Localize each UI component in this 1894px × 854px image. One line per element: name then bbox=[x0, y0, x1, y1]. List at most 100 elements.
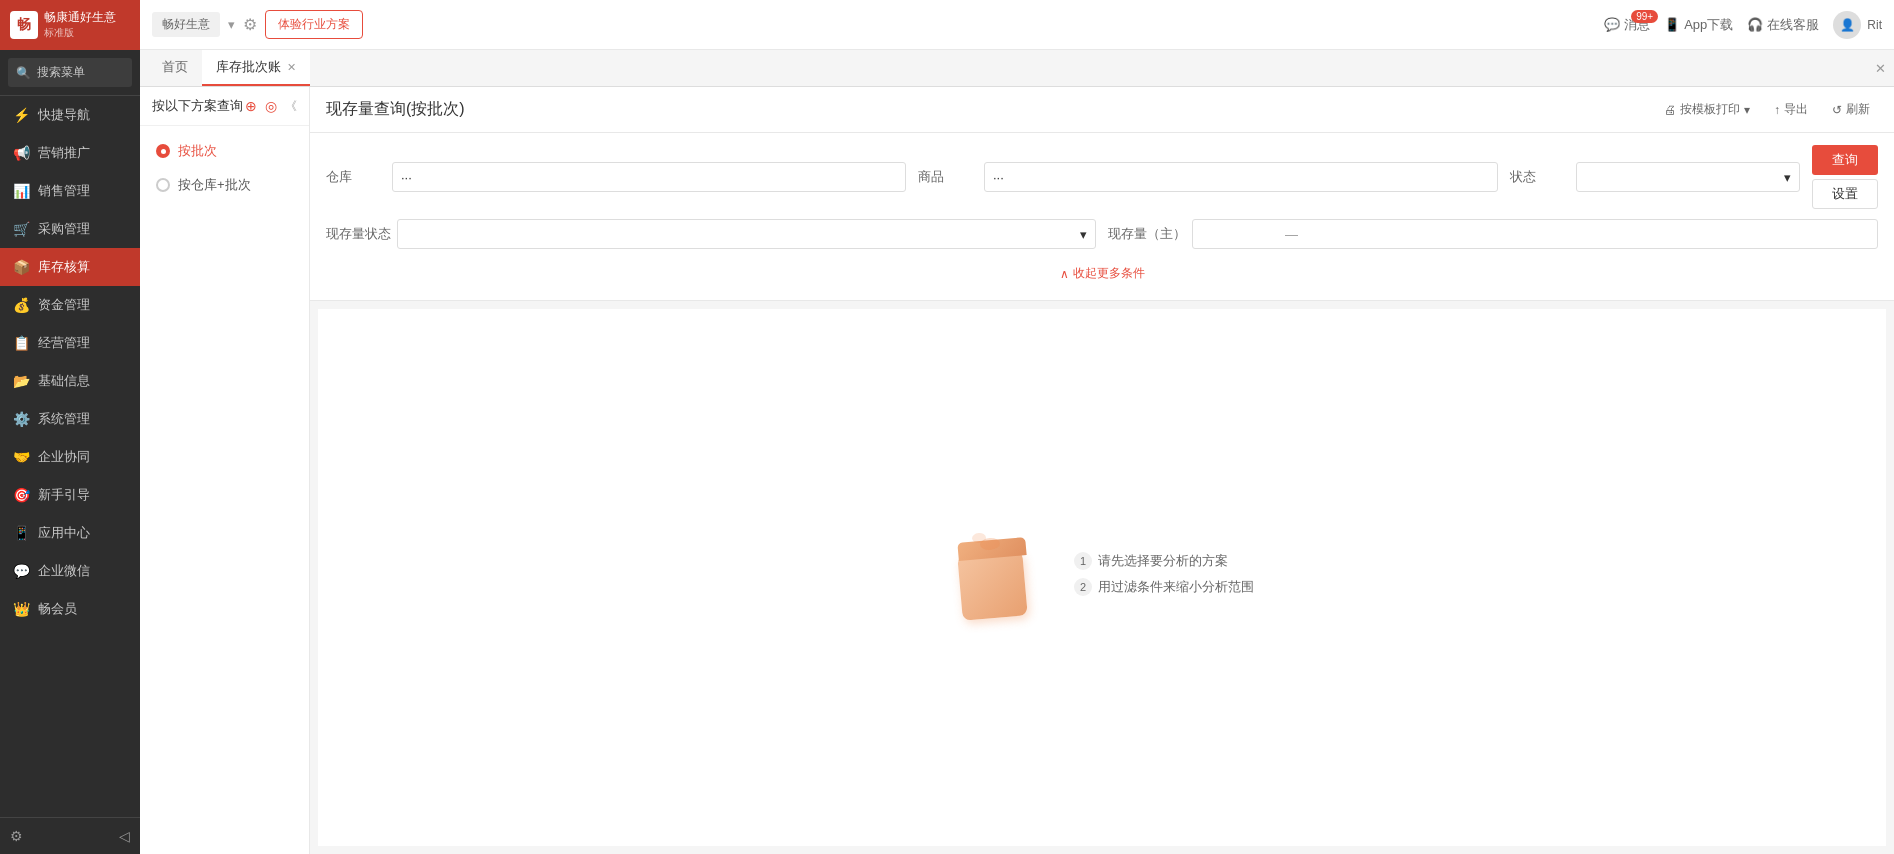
sidebar-item-enterprise[interactable]: 🤝 企业协同 bbox=[0, 438, 140, 476]
tip-item-2: 2 用过滤条件来缩小分析范围 bbox=[1074, 578, 1254, 596]
print-template-button[interactable]: 🖨 按模板打印 ▾ bbox=[1656, 97, 1758, 122]
print-icon: 🖨 bbox=[1664, 103, 1676, 117]
sidebar-item-operations[interactable]: 📋 经营管理 bbox=[0, 324, 140, 362]
product-dots: ··· bbox=[993, 170, 1004, 185]
filter-item-batch-label: 按批次 bbox=[178, 142, 217, 160]
filter-row-1: 仓库 ··· 商品 ··· 状态 bbox=[326, 145, 1878, 209]
page-title-bar: 现存量查询(按批次) 🖨 按模板打印 ▾ ↑ 导出 ↺ 刷新 bbox=[310, 87, 1894, 133]
product-label: 商品 bbox=[918, 168, 978, 186]
avatar: 👤 bbox=[1833, 11, 1861, 39]
product-input[interactable]: ··· bbox=[984, 162, 1498, 192]
topbar: 畅好生意 ▾ ⚙ 体验行业方案 💬 消息 99+ 📱 App下载 🎧 在线客服 … bbox=[140, 0, 1894, 50]
tip-text-1: 请先选择要分析的方案 bbox=[1098, 552, 1228, 570]
sidebar-item-finance[interactable]: 💰 资金管理 bbox=[0, 286, 140, 324]
sidebar-item-label: 系统管理 bbox=[38, 410, 90, 428]
sidebar-item-label: 企业协同 bbox=[38, 448, 90, 466]
message-icon: 💬 bbox=[1604, 17, 1620, 32]
online-service-label: 在线客服 bbox=[1767, 16, 1819, 34]
chevron-up-icon: ∧ bbox=[1060, 267, 1069, 281]
tip-num-2: 2 bbox=[1074, 578, 1092, 596]
inventory-status-label: 现存量状态 bbox=[326, 225, 391, 243]
sidebar-item-appcenter[interactable]: 📱 应用中心 bbox=[0, 514, 140, 552]
app-version: 标准版 bbox=[44, 26, 116, 40]
search-icon: 🔍 bbox=[16, 66, 31, 80]
topbar-right: 💬 消息 99+ 📱 App下载 🎧 在线客服 👤 Rit bbox=[1604, 11, 1882, 39]
sidebar-item-wechat[interactable]: 💬 企业微信 bbox=[0, 552, 140, 590]
qty-max-input[interactable] bbox=[1302, 227, 1382, 242]
export-label: 导出 bbox=[1784, 101, 1808, 118]
messages-button[interactable]: 💬 消息 99+ bbox=[1604, 16, 1650, 34]
sidebar-search-area: 🔍 搜索菜单 bbox=[0, 50, 140, 96]
content-area: 按以下方案查询 ⊕ ◎ 《 按批次 按仓库+批次 bbox=[140, 87, 1894, 854]
search-menu-button[interactable]: 🔍 搜索菜单 bbox=[8, 58, 132, 87]
collapse-label: 收起更多条件 bbox=[1073, 265, 1145, 282]
search-menu-label: 搜索菜单 bbox=[37, 64, 85, 81]
status-label: 状态 bbox=[1510, 168, 1570, 186]
phone-icon: 📱 bbox=[1664, 17, 1680, 32]
sidebar-item-shortcut[interactable]: ⚡ 快捷导航 bbox=[0, 96, 140, 134]
filter-panel-header: 按以下方案查询 ⊕ ◎ 《 bbox=[140, 87, 309, 126]
sidebar-item-newguide[interactable]: 🎯 新手引导 bbox=[0, 476, 140, 514]
collapse-more-button[interactable]: ∧ 收起更多条件 bbox=[326, 259, 1878, 288]
sidebar-item-member[interactable]: 👑 畅会员 bbox=[0, 590, 140, 628]
query-button[interactable]: 查询 bbox=[1812, 145, 1878, 175]
column-settings-button[interactable]: 设置 bbox=[1812, 179, 1878, 209]
basic-icon: 📂 bbox=[12, 372, 30, 390]
marketing-icon: 📢 bbox=[12, 144, 30, 162]
topbar-dropdown-button[interactable]: ▾ bbox=[228, 17, 235, 32]
export-icon: ↑ bbox=[1774, 103, 1780, 117]
sidebar-item-marketing[interactable]: 📢 营销推广 bbox=[0, 134, 140, 172]
refresh-button[interactable]: ↺ 刷新 bbox=[1824, 97, 1878, 122]
radio-batch bbox=[156, 144, 170, 158]
experience-button[interactable]: 体验行业方案 bbox=[265, 10, 363, 39]
query-buttons: 查询 设置 bbox=[1812, 145, 1878, 209]
refresh-label: 刷新 bbox=[1846, 101, 1870, 118]
shortcut-icon: ⚡ bbox=[12, 106, 30, 124]
sales-icon: 📊 bbox=[12, 182, 30, 200]
sidebar-settings-button[interactable]: ⚙ bbox=[10, 828, 23, 844]
add-filter-button[interactable]: ⊕ bbox=[245, 98, 257, 115]
warehouse-input[interactable]: ··· bbox=[392, 162, 906, 192]
sidebar-item-label: 资金管理 bbox=[38, 296, 90, 314]
sidebar-item-purchase[interactable]: 🛒 采购管理 bbox=[0, 210, 140, 248]
sidebar-item-label: 销售管理 bbox=[38, 182, 90, 200]
app-download-label: App下载 bbox=[1684, 16, 1733, 34]
filter-item-batch[interactable]: 按批次 bbox=[140, 134, 309, 168]
collapse-icon: ◁ bbox=[119, 828, 130, 844]
sidebar-item-system[interactable]: ⚙️ 系统管理 bbox=[0, 400, 140, 438]
topbar-settings-button[interactable]: ⚙ bbox=[243, 15, 257, 34]
sidebar-item-basic[interactable]: 📂 基础信息 bbox=[0, 362, 140, 400]
sidebar-collapse-button[interactable]: ◁ bbox=[119, 828, 130, 844]
main-area: 畅好生意 ▾ ⚙ 体验行业方案 💬 消息 99+ 📱 App下载 🎧 在线客服 … bbox=[140, 0, 1894, 854]
inventory-qty-label: 现存量（主） bbox=[1108, 225, 1186, 243]
system-icon: ⚙️ bbox=[12, 410, 30, 428]
sidebar-item-label: 基础信息 bbox=[38, 372, 90, 390]
page-actions: 🖨 按模板打印 ▾ ↑ 导出 ↺ 刷新 bbox=[1656, 97, 1878, 122]
headset-icon: 🎧 bbox=[1747, 17, 1763, 32]
sidebar-item-label: 快捷导航 bbox=[38, 106, 90, 124]
inventory-status-field: 现存量状态 ▾ bbox=[326, 219, 1096, 249]
sidebar-footer: ⚙ ◁ bbox=[0, 817, 140, 854]
sidebar-item-label: 库存核算 bbox=[38, 258, 90, 276]
status-select[interactable]: ▾ bbox=[1576, 162, 1800, 192]
tab-close-panel-button[interactable]: ✕ bbox=[1875, 61, 1886, 76]
sidebar-item-sales[interactable]: 📊 销售管理 bbox=[0, 172, 140, 210]
app-download-button[interactable]: 📱 App下载 bbox=[1664, 16, 1733, 34]
filter-item-warehouse-batch[interactable]: 按仓库+批次 bbox=[140, 168, 309, 202]
finance-icon: 💰 bbox=[12, 296, 30, 314]
filter-settings-button[interactable]: ◎ bbox=[265, 98, 277, 115]
inventory-status-select[interactable]: ▾ bbox=[397, 219, 1096, 249]
box-body bbox=[957, 550, 1027, 620]
appcenter-icon: 📱 bbox=[12, 524, 30, 542]
tab-home[interactable]: 首页 bbox=[148, 50, 202, 86]
qty-min-input[interactable] bbox=[1201, 227, 1281, 242]
warehouse-dots: ··· bbox=[401, 170, 412, 185]
export-button[interactable]: ↑ 导出 bbox=[1766, 97, 1816, 122]
tab-inventory-batch[interactable]: 库存批次账 ✕ bbox=[202, 50, 310, 86]
tab-close-button[interactable]: ✕ bbox=[287, 61, 296, 74]
filter-collapse-button[interactable]: 《 bbox=[285, 98, 297, 115]
radio-warehouse-batch bbox=[156, 178, 170, 192]
page-title: 现存量查询(按批次) bbox=[326, 99, 465, 120]
online-service-button[interactable]: 🎧 在线客服 bbox=[1747, 16, 1819, 34]
sidebar-item-inventory[interactable]: 📦 库存核算 bbox=[0, 248, 140, 286]
